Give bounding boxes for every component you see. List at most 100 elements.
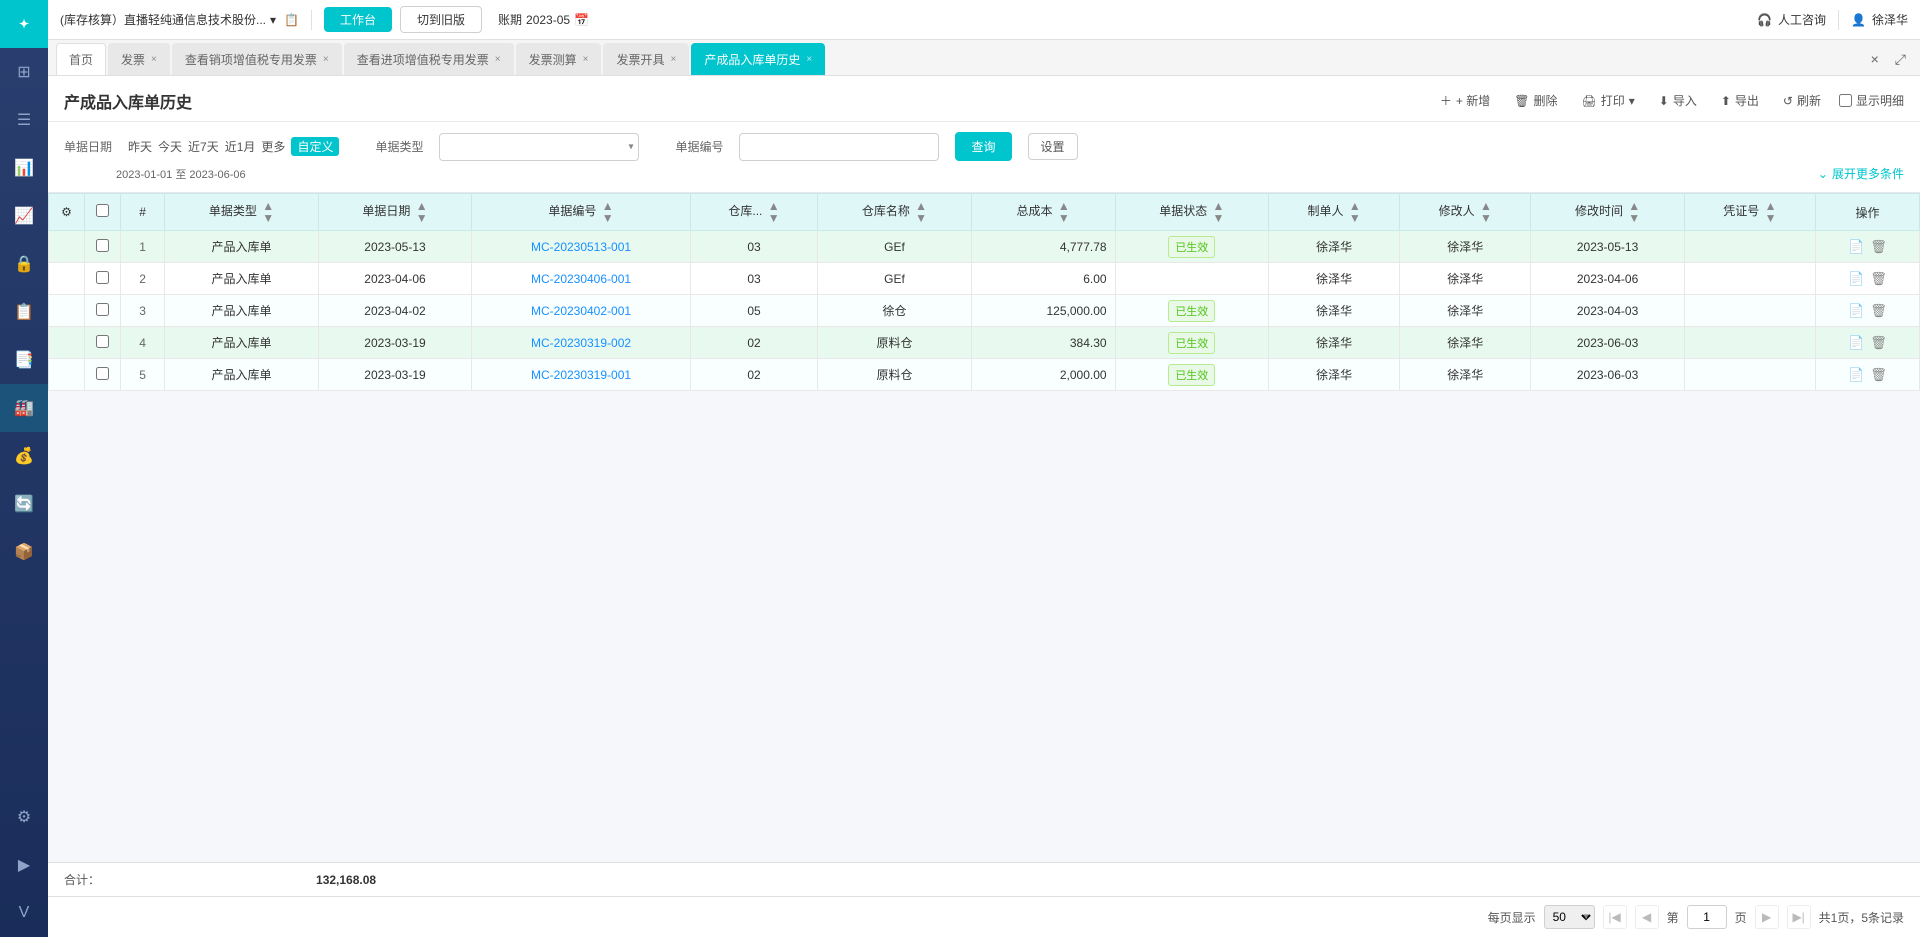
data-table: ⚙ # 单据类型 ▲▼ 单据日期 ▲▼ 单据编号 ▲▼ 仓库... ▲▼ 仓库名… xyxy=(48,193,1920,391)
tab-home[interactable]: 首页 xyxy=(56,43,106,75)
number-link[interactable]: MC-20230319-001 xyxy=(531,368,631,382)
tab-invoice-calc-close[interactable]: × xyxy=(583,54,589,65)
th-warehouse-name[interactable]: 仓库名称 ▲▼ xyxy=(818,194,972,231)
calendar-icon: 📅 xyxy=(574,13,589,27)
user-menu[interactable]: 👤 徐泽华 xyxy=(1851,11,1908,28)
number-link[interactable]: MC-20230319-002 xyxy=(531,336,631,350)
th-status[interactable]: 单据状态 ▲▼ xyxy=(1115,194,1269,231)
workbench-button[interactable]: 工作台 xyxy=(324,7,392,32)
sidebar-item-home[interactable]: ⊞ xyxy=(0,48,48,96)
tab-invoice[interactable]: 发票 × xyxy=(108,43,170,75)
export-button[interactable]: ⬆ 导出 xyxy=(1715,88,1765,113)
delete-row-icon[interactable]: 🗑 xyxy=(1870,303,1887,319)
th-type[interactable]: 单据类型 ▲▼ xyxy=(165,194,319,231)
th-warehouse-code[interactable]: 仓库... ▲▼ xyxy=(690,194,817,231)
sidebar-item-chart[interactable]: 📊 xyxy=(0,144,48,192)
prev-page-button[interactable]: ◀ xyxy=(1635,905,1659,929)
expand-tab-button[interactable]: ⤢ xyxy=(1889,49,1912,70)
switch-old-button[interactable]: 切到旧版 xyxy=(400,6,482,33)
delete-row-icon[interactable]: 🗑 xyxy=(1870,367,1887,383)
th-voucher[interactable]: 凭证号 ▲▼ xyxy=(1684,194,1815,231)
tab-sales-invoice[interactable]: 查看销项增值税专用发票 × xyxy=(172,43,342,75)
number-link[interactable]: MC-20230513-001 xyxy=(531,240,631,254)
sidebar-item-settings[interactable]: ⚙ xyxy=(0,793,48,841)
import-button[interactable]: ⬇ 导入 xyxy=(1653,88,1703,113)
row-checkbox[interactable] xyxy=(96,335,109,348)
new-button[interactable]: ＋ + 新增 xyxy=(1434,88,1496,113)
edit-icon[interactable]: 📄 xyxy=(1848,335,1864,351)
select-all-checkbox[interactable] xyxy=(96,204,109,217)
number-link[interactable]: MC-20230406-001 xyxy=(531,272,631,286)
sidebar-item-analysis[interactable]: 📈 xyxy=(0,192,48,240)
sidebar-item-v[interactable]: V xyxy=(0,889,48,937)
print-chevron-icon: ▾ xyxy=(1629,94,1635,108)
sidebar-item-money[interactable]: 💰 xyxy=(0,432,48,480)
sidebar-item-doc[interactable]: 📋 xyxy=(0,288,48,336)
sidebar-item-flow[interactable]: 🔄 xyxy=(0,480,48,528)
first-page-button[interactable]: |◀ xyxy=(1603,905,1627,929)
number-link[interactable]: MC-20230402-001 xyxy=(531,304,631,318)
tab-invoice-open-close[interactable]: × xyxy=(670,54,676,65)
row-checkbox[interactable] xyxy=(96,239,109,252)
date-more[interactable]: 更多 xyxy=(261,138,285,155)
tab-invoice-close[interactable]: × xyxy=(151,54,157,65)
sidebar-item-play[interactable]: ▶ xyxy=(0,841,48,889)
edit-icon[interactable]: 📄 xyxy=(1848,367,1864,383)
plus-icon: ＋ xyxy=(1440,92,1452,109)
sidebar-item-menu[interactable]: ☰ xyxy=(0,96,48,144)
date-7days[interactable]: 近7天 xyxy=(188,138,219,155)
close-tab-button[interactable]: × xyxy=(1865,49,1885,69)
th-creator[interactable]: 制单人 ▲▼ xyxy=(1269,194,1400,231)
next-page-button[interactable]: ▶ xyxy=(1755,905,1779,929)
tab-purchase-invoice[interactable]: 查看进项增值税专用发票 × xyxy=(344,43,514,75)
sidebar-item-lock[interactable]: 🔒 xyxy=(0,240,48,288)
tab-purchase-invoice-close[interactable]: × xyxy=(495,54,501,65)
show-detail-checkbox[interactable]: 显示明细 xyxy=(1839,92,1904,109)
expand-filter-button[interactable]: ⌄ 展开更多条件 xyxy=(1818,165,1904,182)
sidebar-item-bill[interactable]: 📑 xyxy=(0,336,48,384)
last-page-button[interactable]: ▶| xyxy=(1787,905,1811,929)
td-type: 产品入库单 xyxy=(165,327,319,359)
row-checkbox[interactable] xyxy=(96,367,109,380)
row-checkbox[interactable] xyxy=(96,271,109,284)
th-modifier[interactable]: 修改人 ▲▼ xyxy=(1400,194,1531,231)
company-selector[interactable]: (库存核算）直播轻纯通信息技术股份... ▾ xyxy=(60,11,276,28)
edit-icon[interactable]: 📄 xyxy=(1848,239,1864,255)
refresh-button[interactable]: ↺ 刷新 xyxy=(1777,88,1827,113)
delete-button[interactable]: 🗑 删除 xyxy=(1508,88,1563,113)
date-1month[interactable]: 近1月 xyxy=(225,138,256,155)
date-filter-label: 单据日期 xyxy=(64,138,112,155)
sidebar-item-box[interactable]: 📦 xyxy=(0,528,48,576)
tab-product-history-close[interactable]: × xyxy=(806,54,812,65)
type-select[interactable] xyxy=(439,133,639,161)
per-page-select[interactable]: 20 50 100 200 xyxy=(1544,905,1595,929)
show-detail-input[interactable] xyxy=(1839,94,1852,107)
th-settings[interactable]: ⚙ xyxy=(49,194,85,231)
date-yesterday[interactable]: 昨天 xyxy=(128,138,152,155)
edit-icon[interactable]: 📄 xyxy=(1848,303,1864,319)
date-custom[interactable]: 自定义 xyxy=(291,137,339,156)
date-today[interactable]: 今天 xyxy=(158,138,182,155)
th-date[interactable]: 单据日期 ▲▼ xyxy=(318,194,472,231)
number-filter-input[interactable] xyxy=(739,133,939,161)
td-checkbox xyxy=(85,231,121,263)
tab-invoice-calc[interactable]: 发票测算 × xyxy=(516,43,602,75)
page-input[interactable] xyxy=(1687,905,1727,929)
print-button[interactable]: 🖨 打印 ▾ xyxy=(1575,88,1640,113)
delete-row-icon[interactable]: 🗑 xyxy=(1870,335,1887,351)
delete-row-icon[interactable]: 🗑 xyxy=(1870,271,1887,287)
settings-button[interactable]: 设置 xyxy=(1028,133,1078,160)
tab-product-history[interactable]: 产成品入库单历史 × xyxy=(691,43,825,75)
edit-icon[interactable]: 📄 xyxy=(1848,271,1864,287)
query-button[interactable]: 查询 xyxy=(955,132,1011,161)
delete-row-icon[interactable]: 🗑 xyxy=(1870,239,1887,255)
sidebar-item-warehouse[interactable]: 🏭 xyxy=(0,384,48,432)
tab-sales-invoice-close[interactable]: × xyxy=(323,54,329,65)
th-number[interactable]: 单据编号 ▲▼ xyxy=(472,194,691,231)
row-checkbox[interactable] xyxy=(96,303,109,316)
th-modify-time[interactable]: 修改时间 ▲▼ xyxy=(1531,194,1685,231)
th-total-cost[interactable]: 总成本 ▲▼ xyxy=(971,194,1115,231)
tab-invoice-open[interactable]: 发票开具 × xyxy=(603,43,689,75)
headset-icon: 🎧 xyxy=(1757,13,1772,27)
service-btn[interactable]: 🎧 人工咨询 xyxy=(1757,11,1826,28)
